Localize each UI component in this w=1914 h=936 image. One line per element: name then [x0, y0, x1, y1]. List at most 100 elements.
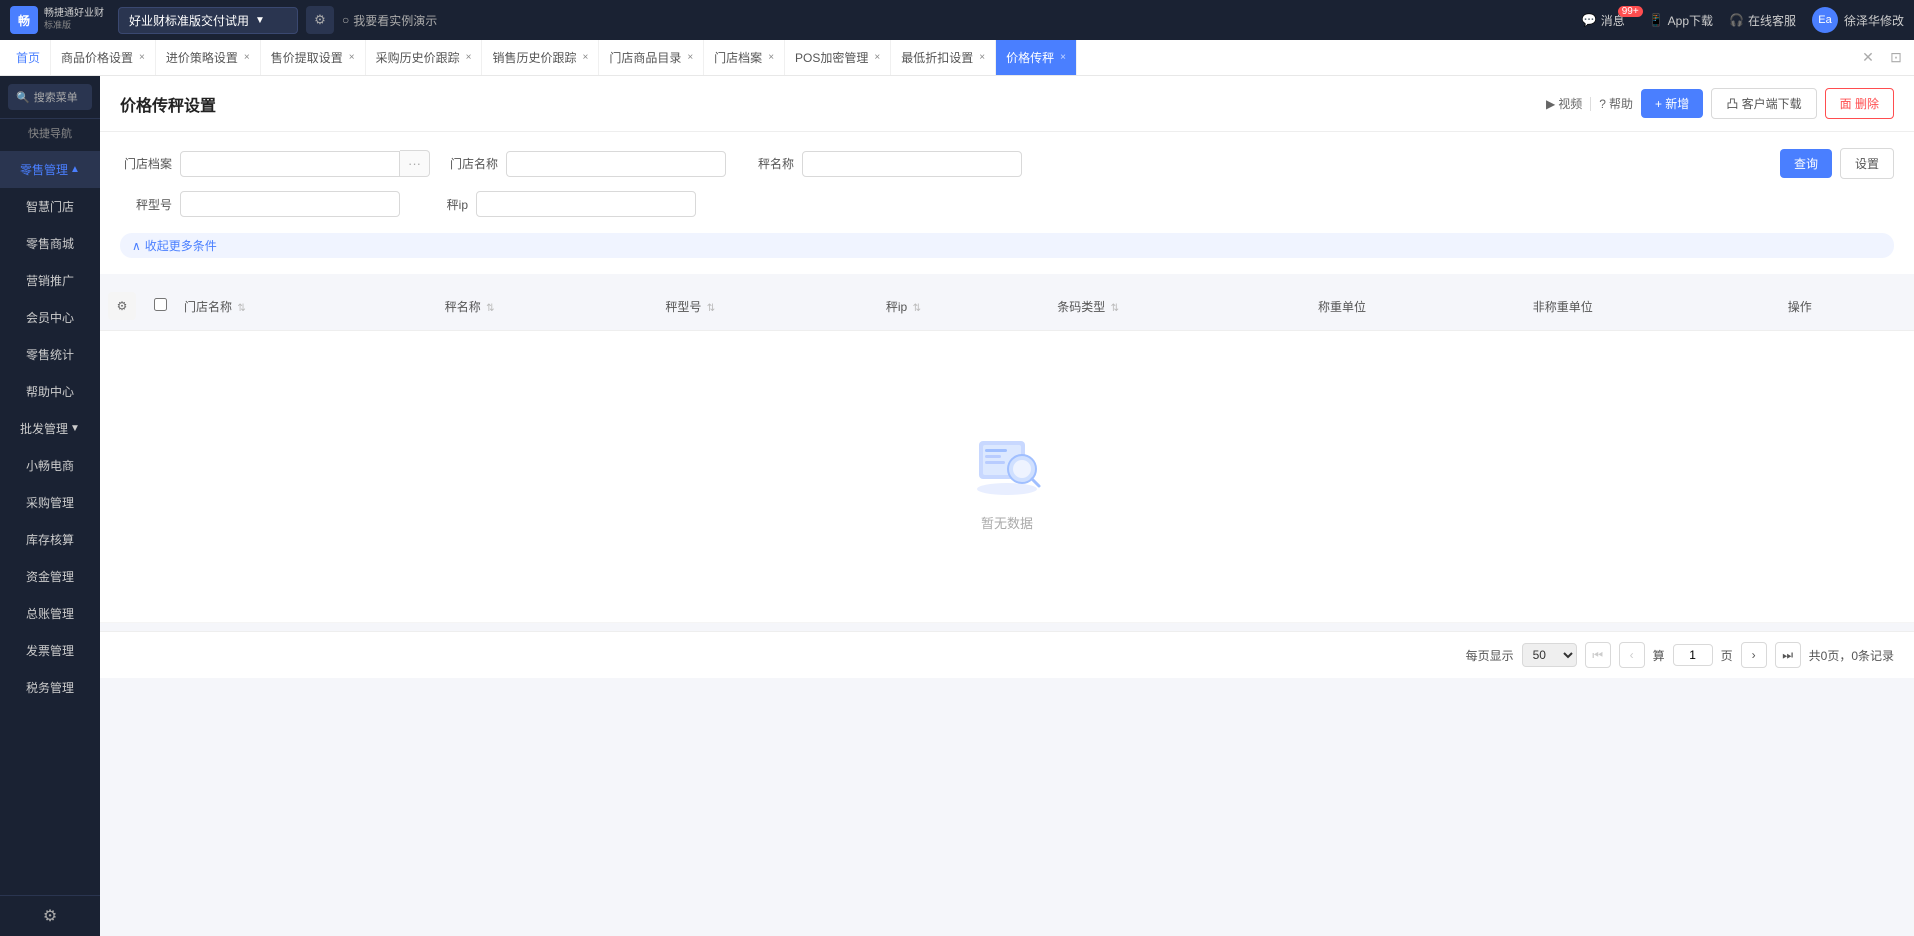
- sort-icon[interactable]: ⇅: [707, 303, 715, 314]
- sidebar-item-fund[interactable]: 资金管理: [0, 558, 100, 595]
- sort-icon[interactable]: ⇅: [237, 303, 245, 314]
- close-icon[interactable]: ×: [466, 52, 472, 63]
- add-button[interactable]: + 新增: [1641, 89, 1703, 118]
- sidebar-item-marketing[interactable]: 营销推广: [0, 262, 100, 299]
- sidebar-item-invoice[interactable]: 发票管理: [0, 632, 100, 669]
- last-page-button[interactable]: ⏭: [1775, 642, 1801, 668]
- close-window-button[interactable]: ✕: [1856, 46, 1880, 70]
- message-badge: 99+: [1618, 6, 1643, 17]
- tab-label: 商品价格设置: [61, 49, 133, 66]
- sort-icon[interactable]: ⇅: [1111, 303, 1119, 314]
- close-icon[interactable]: ×: [687, 52, 693, 63]
- first-page-button[interactable]: ⏮: [1585, 642, 1611, 668]
- online-service-button[interactable]: 🎧 在线客服: [1729, 12, 1796, 29]
- select-all-checkbox[interactable]: [154, 298, 167, 311]
- product-selector[interactable]: 好业财标准版交付试用 ▼: [118, 7, 298, 34]
- page-title: 价格传秤设置: [120, 92, 216, 116]
- message-button[interactable]: 💬 消息 99+: [1574, 12, 1633, 29]
- collapse-label: 收起更多条件: [145, 237, 217, 254]
- collapse-button[interactable]: ∧ 收起更多条件: [120, 233, 1894, 258]
- col-store-name: 门店名称 ⇅: [176, 282, 437, 331]
- table-settings-button[interactable]: ⚙: [108, 292, 136, 320]
- close-icon[interactable]: ×: [1060, 52, 1066, 63]
- empty-state: 暂无数据: [108, 341, 1906, 612]
- store-file-label: 门店档案: [120, 155, 172, 172]
- sidebar-settings-icon[interactable]: ⚙: [43, 906, 57, 926]
- close-icon[interactable]: ×: [139, 52, 145, 63]
- help-link[interactable]: ? 帮助: [1599, 95, 1633, 112]
- close-icon[interactable]: ×: [768, 52, 774, 63]
- user-name: 徐泽华修改: [1844, 12, 1904, 29]
- next-page-button[interactable]: ›: [1741, 642, 1767, 668]
- help-icon: ?: [1599, 97, 1606, 111]
- sidebar-item-inventory[interactable]: 库存核算: [0, 521, 100, 558]
- tab-sale-history[interactable]: 销售历史价跟踪 ×: [482, 40, 599, 76]
- store-file-input[interactable]: [180, 151, 400, 177]
- empty-state-cell: 暂无数据: [100, 331, 1914, 623]
- restore-window-button[interactable]: ⊡: [1884, 46, 1908, 70]
- sidebar-item-purchase[interactable]: 采购管理: [0, 484, 100, 521]
- table-body: 暂无数据: [100, 331, 1914, 623]
- top-bar-right: 💬 消息 99+ 📱 App下载 🎧 在线客服 Ea 徐泽华修改: [1574, 7, 1904, 33]
- download-button[interactable]: 凸 客户端下载: [1711, 88, 1816, 119]
- tab-min-discount[interactable]: 最低折扣设置 ×: [891, 40, 996, 76]
- tab-price-setting[interactable]: 商品价格设置 ×: [51, 40, 156, 76]
- product-settings-button[interactable]: ⚙: [306, 6, 334, 34]
- sidebar-item-xiaochang[interactable]: 小畅电商: [0, 447, 100, 484]
- app-download-button[interactable]: 📱 App下载: [1649, 12, 1713, 29]
- sidebar-item-online-mall[interactable]: 零售商城: [0, 225, 100, 262]
- scale-ip-input[interactable]: [476, 191, 696, 217]
- sidebar-item-smart-store[interactable]: 智慧门店: [0, 188, 100, 225]
- demo-button[interactable]: ○ 我要看实例演示: [342, 12, 437, 29]
- form-row-2: 秤型号 秤ip: [120, 191, 1894, 217]
- col-barcode-type: 条码类型 ⇅: [1049, 282, 1310, 331]
- avatar: Ea: [1812, 7, 1838, 33]
- scale-model-input[interactable]: [180, 191, 400, 217]
- sidebar-item-member[interactable]: 会员中心: [0, 299, 100, 336]
- service-icon: 🎧: [1729, 13, 1744, 27]
- sidebar-item-label: 采购管理: [26, 496, 74, 510]
- tab-pos[interactable]: POS加密管理 ×: [785, 40, 891, 76]
- sidebar-item-wholesale[interactable]: 批发管理 ▼: [0, 410, 100, 447]
- sort-icon[interactable]: ⇅: [486, 303, 494, 314]
- tab-purchase-strategy[interactable]: 进价策略设置 ×: [156, 40, 261, 76]
- delete-button[interactable]: 面 删除: [1825, 88, 1894, 119]
- close-icon[interactable]: ×: [874, 52, 880, 63]
- tab-label: 价格传秤: [1006, 49, 1054, 66]
- store-file-dots-button[interactable]: ···: [400, 150, 430, 177]
- setting-button[interactable]: 设置: [1840, 148, 1894, 179]
- scale-name-input[interactable]: [802, 151, 1022, 177]
- user-area[interactable]: Ea 徐泽华修改: [1812, 7, 1904, 33]
- close-icon[interactable]: ×: [349, 52, 355, 63]
- delete-label: 面 删除: [1840, 95, 1879, 112]
- close-icon[interactable]: ×: [582, 52, 588, 63]
- tab-store-catalog[interactable]: 门店商品目录 ×: [599, 40, 704, 76]
- close-icon[interactable]: ×: [244, 52, 250, 63]
- form-row-1: 门店档案 ··· 门店名称 秤名称 查询: [120, 148, 1894, 179]
- col-checkbox: [144, 282, 176, 331]
- prev-page-button[interactable]: ‹: [1619, 642, 1645, 668]
- search-menu-button[interactable]: 🔍 搜索菜单: [8, 84, 92, 110]
- sidebar-item-retail-stats[interactable]: 零售统计: [0, 336, 100, 373]
- tab-label: 采购历史价跟踪: [376, 49, 460, 66]
- sort-icon[interactable]: ⇅: [913, 303, 921, 314]
- store-name-input[interactable]: [506, 151, 726, 177]
- sidebar-item-tax[interactable]: 税务管理: [0, 669, 100, 706]
- help-label: 帮助: [1609, 95, 1633, 112]
- tab-purchase-history[interactable]: 采购历史价跟踪 ×: [366, 40, 483, 76]
- close-icon[interactable]: ×: [979, 52, 985, 63]
- sidebar-item-ledger[interactable]: 总账管理: [0, 595, 100, 632]
- sidebar-item-help[interactable]: 帮助中心: [0, 373, 100, 410]
- page-number-input[interactable]: [1673, 644, 1713, 666]
- query-button[interactable]: 查询: [1780, 149, 1832, 178]
- video-link[interactable]: ▶ 视频: [1546, 95, 1582, 112]
- tab-home[interactable]: 首页: [6, 40, 51, 76]
- page-size-select[interactable]: 10 20 50 100: [1522, 643, 1577, 667]
- service-label: 在线客服: [1748, 12, 1796, 29]
- tab-sale-extract[interactable]: 售价提取设置 ×: [261, 40, 366, 76]
- tab-window-controls: ✕ ⊡: [1856, 46, 1908, 70]
- col-scale-ip: 秤ip ⇅: [878, 282, 1049, 331]
- tab-store-file[interactable]: 门店档案 ×: [704, 40, 785, 76]
- tab-price-scale[interactable]: 价格传秤 ×: [996, 40, 1077, 76]
- sidebar-item-retail[interactable]: 零售管理 ▲: [0, 151, 100, 188]
